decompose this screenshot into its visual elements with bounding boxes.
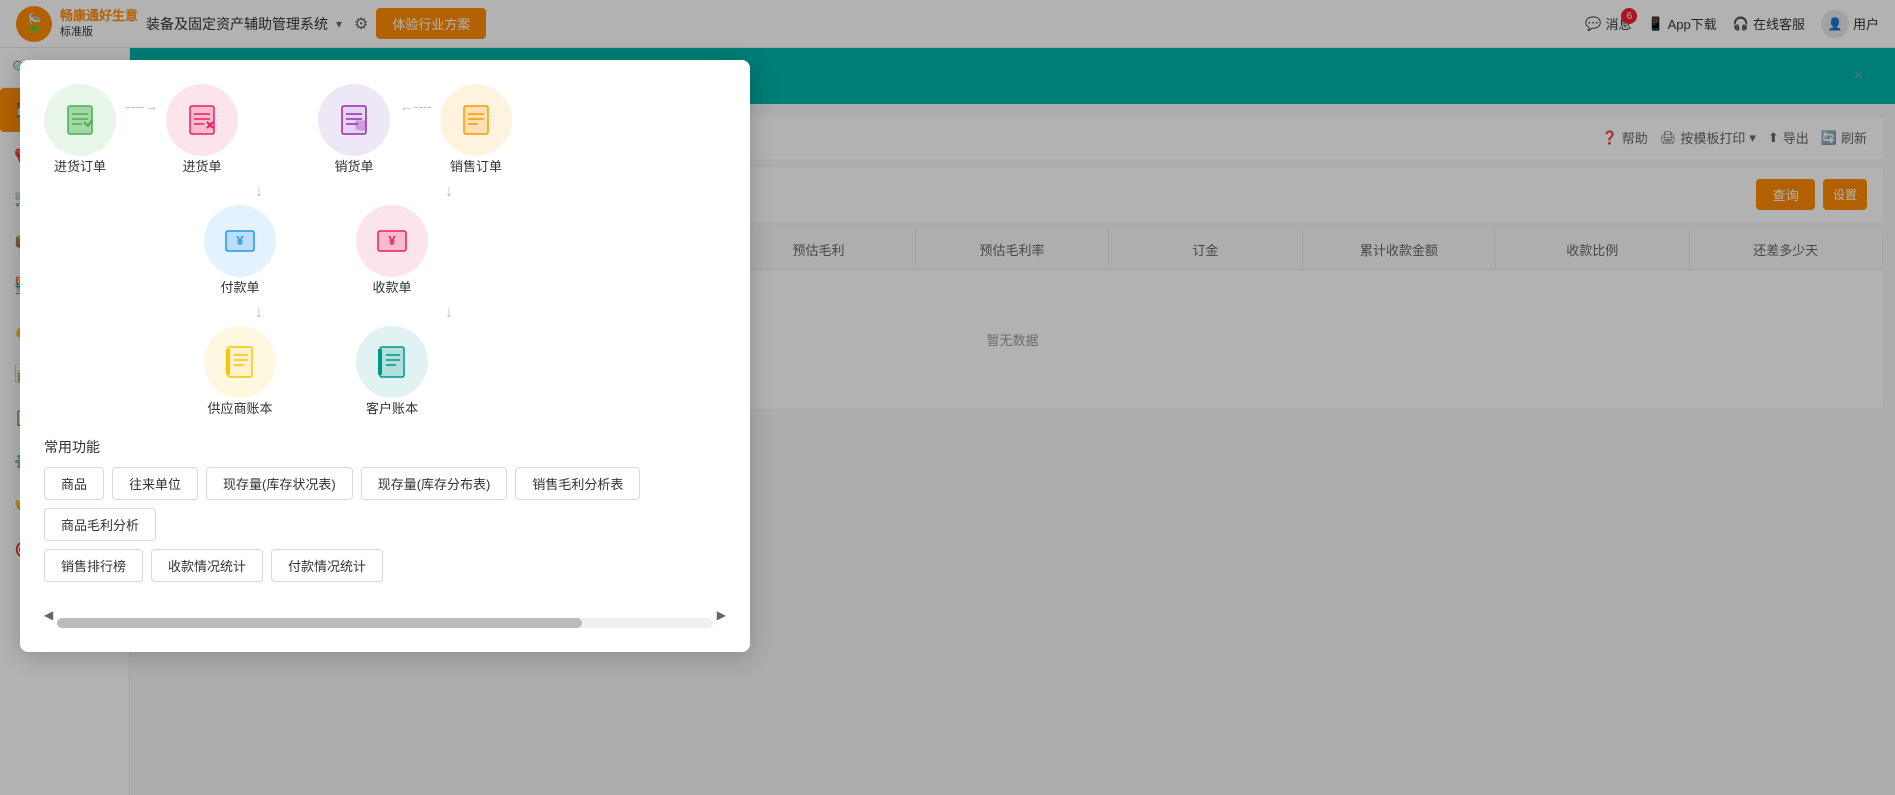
sales-bill-label: 销货单 bbox=[334, 156, 373, 175]
cf-btn-receipt-stats[interactable]: 收款情况统计 bbox=[151, 549, 263, 582]
purchase-bill-label: 进货单 bbox=[182, 156, 221, 175]
customer-account-label: 客户账本 bbox=[366, 398, 418, 417]
modal-scrollbar-row: ◀ ▶ bbox=[130, 602, 726, 628]
cf-btn-stock-dist[interactable]: 现存量(库存分布表) bbox=[361, 467, 508, 500]
payment-bill-label: 付款单 bbox=[220, 277, 259, 296]
cf-btn-sales-profit[interactable]: 销售毛利分析表 bbox=[515, 467, 640, 500]
cf-btn-payment-stats[interactable]: 付款情况统计 bbox=[271, 549, 383, 582]
cf-btn-product-profit[interactable]: 商品毛利分析 bbox=[130, 508, 156, 541]
purchase-bill-icon[interactable] bbox=[166, 84, 238, 156]
sales-bill-icon[interactable] bbox=[318, 84, 390, 156]
content-area: 首页 销售订单执行表 × × ❓ 帮助 🖨 bbox=[130, 48, 1895, 795]
receipt-bill-label: 收款单 bbox=[372, 277, 411, 296]
svg-text:¥: ¥ bbox=[388, 233, 396, 248]
cf-btn-sales-rank[interactable]: 销售排行榜 bbox=[130, 549, 143, 582]
cf-buttons-row1: 商品 往来单位 现存量(库存状况表) 现存量(库存分布表) 销售毛利分析表 商品… bbox=[130, 467, 726, 541]
arrow-po-to-pb: - - - - → bbox=[130, 84, 166, 156]
payment-bill-icon[interactable]: ¥ bbox=[204, 205, 276, 277]
cf-btn-stock-status[interactable]: 现存量(库存状况表) bbox=[206, 467, 353, 500]
common-functions-title: 常用功能 bbox=[130, 437, 726, 457]
supplier-account-section: 供应商账本 bbox=[204, 326, 276, 417]
receipt-bill-icon[interactable]: ¥ bbox=[356, 205, 428, 277]
cf-buttons-row2: 销售排行榜 收款情况统计 付款情况统计 bbox=[130, 549, 726, 582]
supplier-account-icon[interactable] bbox=[204, 326, 276, 398]
sales-bill-section: 销货单 bbox=[318, 84, 390, 175]
sales-order-section: 销售订单 bbox=[440, 84, 512, 175]
cf-btn-contacts[interactable]: 往来单位 bbox=[130, 467, 198, 500]
sales-order-label: 销售订单 bbox=[450, 156, 502, 175]
payment-bill-section: ¥ 付款单 bbox=[204, 205, 276, 296]
customer-account-icon[interactable] bbox=[356, 326, 428, 398]
receipt-bill-section: ¥ 收款单 bbox=[356, 205, 428, 296]
svg-text:¥: ¥ bbox=[236, 233, 244, 248]
common-functions-section: 常用功能 商品 往来单位 现存量(库存状况表) 现存量(库存分布表) 销售毛利分… bbox=[130, 437, 726, 582]
scrollbar-thumb[interactable] bbox=[130, 618, 582, 628]
modal-scrollbar[interactable] bbox=[130, 618, 713, 628]
modal-overlay: 进货订单 - - - - → bbox=[130, 48, 1895, 795]
arrow-so-to-sb: ← - - - - bbox=[390, 84, 440, 156]
customer-account-section: 客户账本 bbox=[356, 326, 428, 417]
main-area: 🔍 搜索菜单 🏠 快捷导航 📢 营销推广 🛒 销售管理 📦 采购管理 🏪 bbox=[0, 48, 1895, 795]
sales-order-icon[interactable] bbox=[440, 84, 512, 156]
flow-modal: 进货订单 - - - - → bbox=[130, 60, 750, 652]
app-container: 🍃 畅康通好生意 标准版 装备及固定资产辅助管理系统 ▾ ⚙ 体验行业方案 💬 … bbox=[0, 0, 1895, 795]
scroll-right-icon[interactable]: ▶ bbox=[717, 608, 726, 622]
supplier-account-label: 供应商账本 bbox=[207, 398, 272, 417]
purchase-bill-section: 进货单 bbox=[166, 84, 238, 175]
